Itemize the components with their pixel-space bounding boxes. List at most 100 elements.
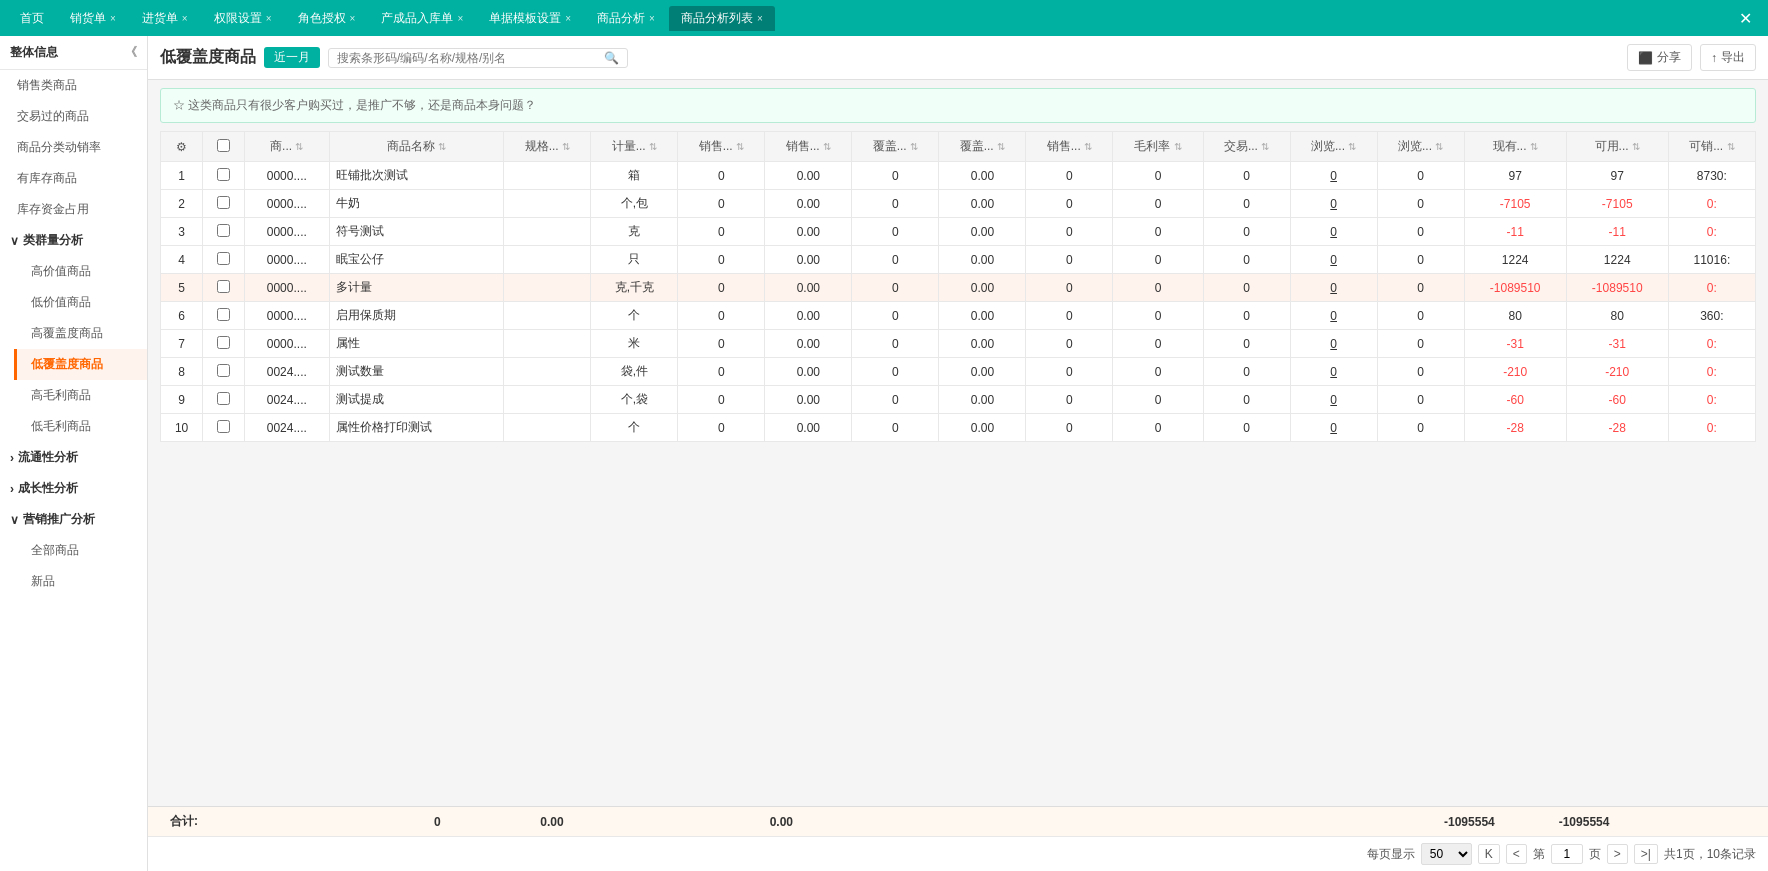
row-name[interactable]: 属性价格打印测试 bbox=[329, 414, 504, 442]
sidebar-item-low-value[interactable]: 低价值商品 bbox=[14, 287, 147, 318]
close-icon[interactable]: × bbox=[266, 13, 272, 24]
close-icon[interactable]: × bbox=[649, 13, 655, 24]
next-page-button[interactable]: > bbox=[1607, 844, 1628, 864]
col-view2[interactable]: 浏览... ⇅ bbox=[1377, 132, 1464, 162]
search-icon[interactable]: 🔍 bbox=[604, 51, 619, 65]
sidebar-item-sales-products[interactable]: 销售类商品 bbox=[0, 70, 147, 101]
row-checkbox[interactable] bbox=[203, 414, 245, 442]
col-profit-rate[interactable]: 毛利率 ⇅ bbox=[1113, 132, 1203, 162]
col-settings[interactable]: ⚙ bbox=[161, 132, 203, 162]
col-trade[interactable]: 交易... ⇅ bbox=[1203, 132, 1290, 162]
table-container[interactable]: ⚙ 商... ⇅ 商品名称 ⇅ 规格... ⇅ 计量... ⇅ 销售... ⇅ … bbox=[160, 131, 1756, 806]
sidebar-group-cluster-analysis[interactable]: ∨ 类群量分析 bbox=[0, 225, 147, 256]
row-checkbox[interactable] bbox=[203, 274, 245, 302]
col-available[interactable]: 可用... ⇅ bbox=[1566, 132, 1668, 162]
sidebar-item-high-coverage[interactable]: 高覆盖度商品 bbox=[14, 318, 147, 349]
col-cover1[interactable]: 覆盖... ⇅ bbox=[852, 132, 939, 162]
col-spec[interactable]: 规格... ⇅ bbox=[504, 132, 591, 162]
page-size-label: 每页显示 bbox=[1367, 846, 1415, 863]
row-view1[interactable]: 0 bbox=[1290, 414, 1377, 442]
nav-purchase-order[interactable]: 进货单 × bbox=[130, 6, 200, 31]
row-name[interactable]: 旺铺批次测试 bbox=[329, 162, 504, 190]
nav-role-auth[interactable]: 角色授权 × bbox=[286, 6, 368, 31]
row-checkbox[interactable] bbox=[203, 218, 245, 246]
row-view1[interactable]: 0 bbox=[1290, 386, 1377, 414]
nav-product-analysis[interactable]: 商品分析 × bbox=[585, 6, 667, 31]
row-name[interactable]: 多计量 bbox=[329, 274, 504, 302]
sidebar-item-low-coverage[interactable]: 低覆盖度商品 bbox=[14, 349, 147, 380]
row-view1[interactable]: 0 bbox=[1290, 218, 1377, 246]
search-input[interactable] bbox=[337, 51, 604, 65]
col-sales-qty[interactable]: 销售... ⇅ bbox=[678, 132, 765, 162]
nav-home[interactable]: 首页 bbox=[8, 6, 56, 31]
sidebar-collapse-button[interactable]: 《 bbox=[125, 44, 137, 61]
sidebar-item-category-turnover[interactable]: 商品分类动销率 bbox=[0, 132, 147, 163]
row-checkbox[interactable] bbox=[203, 330, 245, 358]
row-checkbox[interactable] bbox=[203, 386, 245, 414]
nav-permissions[interactable]: 权限设置 × bbox=[202, 6, 284, 31]
sidebar-item-traded-products[interactable]: 交易过的商品 bbox=[0, 101, 147, 132]
col-sales-amt[interactable]: 销售... ⇅ bbox=[765, 132, 852, 162]
sidebar-item-high-margin[interactable]: 高毛利商品 bbox=[14, 380, 147, 411]
sidebar-item-all-products[interactable]: 全部商品 bbox=[14, 535, 147, 566]
first-page-button[interactable]: K bbox=[1478, 844, 1500, 864]
window-close-button[interactable]: ✕ bbox=[1731, 5, 1760, 32]
close-icon[interactable]: × bbox=[757, 13, 763, 24]
row-view1[interactable]: 0 bbox=[1290, 358, 1377, 386]
sidebar-item-low-margin[interactable]: 低毛利商品 bbox=[14, 411, 147, 442]
col-cover2[interactable]: 覆盖... ⇅ bbox=[939, 132, 1026, 162]
share-button[interactable]: ⬛ 分享 bbox=[1627, 44, 1692, 71]
row-name[interactable]: 牛奶 bbox=[329, 190, 504, 218]
nav-finished-goods[interactable]: 产成品入库单 × bbox=[369, 6, 475, 31]
row-view1[interactable]: 0 bbox=[1290, 162, 1377, 190]
close-icon[interactable]: × bbox=[457, 13, 463, 24]
row-view1[interactable]: 0 bbox=[1290, 274, 1377, 302]
nav-sales-order[interactable]: 销货单 × bbox=[58, 6, 128, 31]
nav-product-analysis-list[interactable]: 商品分析列表 × bbox=[669, 6, 775, 31]
sidebar-item-inventory-capital[interactable]: 库存资金占用 bbox=[0, 194, 147, 225]
row-view1[interactable]: 0 bbox=[1290, 330, 1377, 358]
row-name[interactable]: 测试提成 bbox=[329, 386, 504, 414]
row-checkbox[interactable] bbox=[203, 190, 245, 218]
prev-page-button[interactable]: < bbox=[1506, 844, 1527, 864]
close-icon[interactable]: × bbox=[110, 13, 116, 24]
col-name[interactable]: 商品名称 ⇅ bbox=[329, 132, 504, 162]
row-checkbox[interactable] bbox=[203, 302, 245, 330]
sidebar-item-in-stock[interactable]: 有库存商品 bbox=[0, 163, 147, 194]
sidebar-item-new-products[interactable]: 新品 bbox=[14, 566, 147, 597]
sidebar-group-growth[interactable]: › 成长性分析 bbox=[0, 473, 147, 504]
row-view1[interactable]: 0 bbox=[1290, 190, 1377, 218]
export-button[interactable]: ↑ 导出 bbox=[1700, 44, 1756, 71]
nav-template-settings[interactable]: 单据模板设置 × bbox=[477, 6, 583, 31]
row-current: -28 bbox=[1464, 414, 1566, 442]
col-view1[interactable]: 浏览... ⇅ bbox=[1290, 132, 1377, 162]
row-checkbox[interactable] bbox=[203, 358, 245, 386]
row-checkbox[interactable] bbox=[203, 162, 245, 190]
col-unit[interactable]: 计量... ⇅ bbox=[591, 132, 678, 162]
col-current[interactable]: 现有... ⇅ bbox=[1464, 132, 1566, 162]
col-code[interactable]: 商... ⇅ bbox=[244, 132, 329, 162]
col-sales3[interactable]: 销售... ⇅ bbox=[1026, 132, 1113, 162]
sidebar-group-liquidity[interactable]: › 流通性分析 bbox=[0, 442, 147, 473]
row-view1[interactable]: 0 bbox=[1290, 302, 1377, 330]
col-checkbox[interactable] bbox=[203, 132, 245, 162]
select-all-checkbox[interactable] bbox=[217, 139, 230, 152]
close-icon[interactable]: × bbox=[182, 13, 188, 24]
page-size-select[interactable]: 50 100 200 bbox=[1421, 843, 1472, 865]
row-view1[interactable]: 0 bbox=[1290, 246, 1377, 274]
last-page-button[interactable]: >| bbox=[1634, 844, 1658, 864]
row-name[interactable]: 属性 bbox=[329, 330, 504, 358]
sidebar-group-marketing[interactable]: ∨ 营销推广分析 bbox=[0, 504, 147, 535]
row-name[interactable]: 启用保质期 bbox=[329, 302, 504, 330]
row-checkbox[interactable] bbox=[203, 246, 245, 274]
time-filter-button[interactable]: 近一月 bbox=[264, 47, 320, 68]
close-icon[interactable]: × bbox=[565, 13, 571, 24]
row-cover1: 0 bbox=[852, 358, 939, 386]
page-number-input[interactable] bbox=[1551, 844, 1583, 864]
row-name[interactable]: 眠宝公仔 bbox=[329, 246, 504, 274]
sidebar-item-high-value[interactable]: 高价值商品 bbox=[14, 256, 147, 287]
col-saleable[interactable]: 可销... ⇅ bbox=[1668, 132, 1755, 162]
row-name[interactable]: 符号测试 bbox=[329, 218, 504, 246]
close-icon[interactable]: × bbox=[350, 13, 356, 24]
row-name[interactable]: 测试数量 bbox=[329, 358, 504, 386]
